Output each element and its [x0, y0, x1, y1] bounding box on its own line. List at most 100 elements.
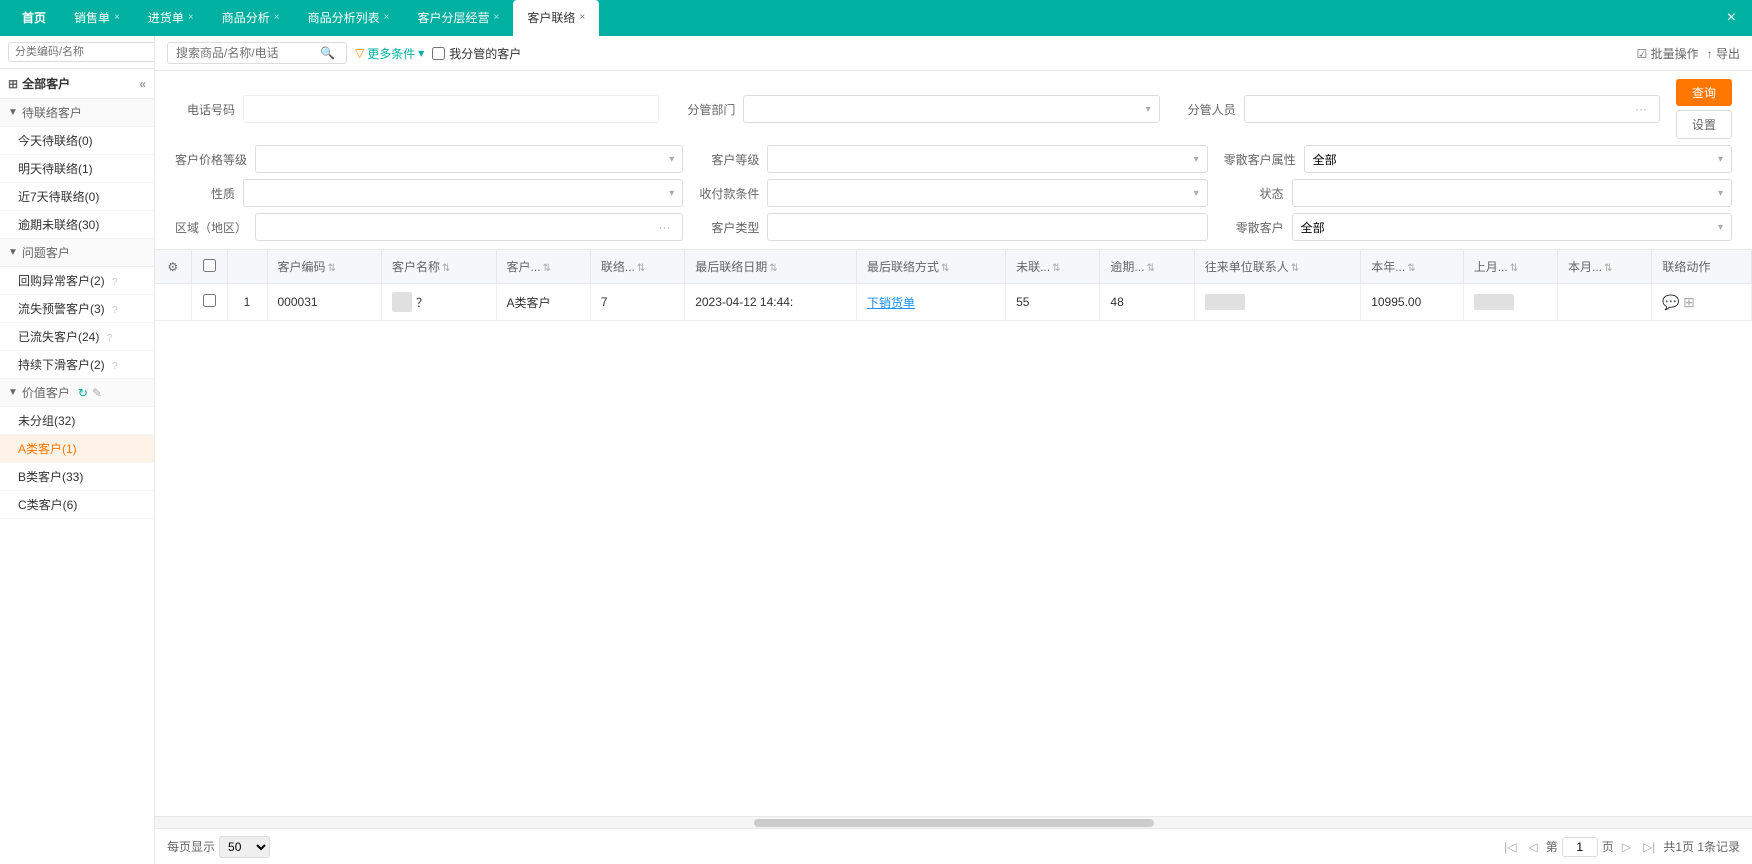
filter-status-select[interactable]: ▾	[1292, 179, 1732, 207]
filter-dept-select[interactable]: ▾	[743, 95, 1159, 123]
customer-avatar	[392, 292, 412, 312]
first-page-btn[interactable]: |◁	[1500, 838, 1520, 856]
nav-close-app[interactable]: ×	[1719, 9, 1744, 27]
filter-customer-type-input[interactable]	[767, 213, 1207, 241]
filter-price-level-label: 客户价格等级	[175, 151, 247, 168]
sidebar-item-a-class[interactable]: A类客户(1)	[0, 435, 154, 463]
batch-ops-btn[interactable]: ☑ 批量操作	[1637, 45, 1699, 62]
settings-btn[interactable]: 设置	[1676, 110, 1732, 139]
nav-tab-customer-tier[interactable]: 客户分层经营 ×	[403, 0, 513, 36]
sidebar-item-c-class[interactable]: C类客户(6)	[0, 491, 154, 519]
nav-tab-product-analysis[interactable]: 商品分析 ×	[208, 0, 294, 36]
select-all-checkbox[interactable]	[203, 259, 216, 272]
sidebar-section-value-title[interactable]: ▼ 价值客户 ↻ ✎	[0, 379, 154, 407]
export-btn[interactable]: ↑ 导出	[1707, 45, 1740, 62]
col-contact-person[interactable]: 往来单位联系人⇅	[1194, 250, 1360, 284]
close-customer-contact-tab[interactable]: ×	[579, 0, 585, 36]
close-sales-tab[interactable]: ×	[114, 0, 120, 36]
row-last-month	[1463, 284, 1557, 321]
contact-method-link[interactable]: 下销货单	[867, 296, 915, 310]
horizontal-scrollbar[interactable]	[754, 819, 1154, 827]
sidebar-item-lost[interactable]: 已流失客户(24) ?	[0, 323, 154, 351]
value-section-edit-icon[interactable]: ✎	[92, 386, 102, 400]
chat-icon[interactable]: 💬	[1662, 294, 1679, 310]
pending-section-label: 待联络客户	[22, 104, 82, 121]
person-select-dots[interactable]: ···	[1631, 102, 1651, 116]
filter-price-level-select[interactable]: ▾	[255, 145, 683, 173]
filter-scattered: 零散客户 全部 ▾	[1216, 213, 1740, 241]
filter-search-input[interactable]	[176, 46, 316, 60]
close-customer-tier-tab[interactable]: ×	[493, 0, 499, 36]
col-this-year[interactable]: 本年...⇅	[1361, 250, 1463, 284]
qr-icon[interactable]: ⊞	[1683, 294, 1695, 310]
close-purchase-tab[interactable]: ×	[188, 0, 194, 36]
nav-tab-sales[interactable]: 销售单 ×	[60, 0, 134, 36]
col-check[interactable]	[191, 250, 227, 284]
last-page-btn[interactable]: ▷|	[1639, 838, 1659, 856]
col-no-contact[interactable]: 未联...⇅	[1006, 250, 1100, 284]
col-contact-count[interactable]: 联络...⇅	[590, 250, 684, 284]
close-product-list-tab[interactable]: ×	[384, 0, 390, 36]
page-size-select[interactable]: 50 100 200	[219, 836, 270, 858]
sidebar-item-7days[interactable]: 近7天待联络(0)	[0, 183, 154, 211]
row-last-contact-date: 2023-04-12 14:44:	[685, 284, 857, 321]
sidebar-item-overdue[interactable]: 逾期未联络(30)	[0, 211, 154, 239]
nav-tab-customer-contact[interactable]: 客户联络 ×	[513, 0, 599, 36]
nav-tab-purchase[interactable]: 进货单 ×	[134, 0, 208, 36]
row-actions: 💬 ⊞	[1652, 284, 1752, 321]
col-overdue[interactable]: 逾期...⇅	[1100, 250, 1194, 284]
row-last-contact-method[interactable]: 下销货单	[856, 284, 1005, 321]
prev-page-btn[interactable]: ◁	[1524, 838, 1541, 856]
nav-tab-product-analysis-list[interactable]: 商品分析列表 ×	[294, 0, 404, 36]
close-product-analysis-tab[interactable]: ×	[274, 0, 280, 36]
page-input[interactable]	[1562, 837, 1598, 857]
filter-more-btn[interactable]: ▽ 更多条件 ▾	[355, 45, 424, 62]
row-checkbox[interactable]	[203, 294, 216, 307]
filter-scattered-attr-select[interactable]: 全部 ▾	[1304, 145, 1732, 173]
row-overdue: 48	[1100, 284, 1194, 321]
page-end-label: 页	[1602, 838, 1614, 855]
filter-customer-level-select[interactable]: ▾	[767, 145, 1207, 173]
col-code[interactable]: 客户编码⇅	[267, 250, 382, 284]
value-section-refresh-icon[interactable]: ↻	[78, 386, 88, 400]
col-last-contact-method[interactable]: 最后联络方式⇅	[856, 250, 1005, 284]
sidebar-search-input[interactable]	[8, 42, 155, 62]
sidebar-item-repurchase-abnormal[interactable]: 回购异常客户(2) ?	[0, 267, 154, 295]
next-page-btn[interactable]: ▷	[1618, 838, 1635, 856]
filter-region-select[interactable]: ···	[255, 213, 683, 241]
filter-payment-select[interactable]: ▾	[767, 179, 1207, 207]
filter-person-select[interactable]: ···	[1244, 95, 1660, 123]
filter-scattered-select[interactable]: 全部 ▾	[1292, 213, 1732, 241]
filter-search-icon[interactable]: 🔍	[320, 46, 335, 60]
scattered-arrow: ▾	[1718, 222, 1723, 233]
filter-my-customers[interactable]: 我分管的客户	[432, 45, 521, 62]
filter-phone-input[interactable]	[243, 95, 659, 123]
col-customer-type[interactable]: 客户...⇅	[496, 250, 590, 284]
sidebar-item-ungrouped[interactable]: 未分组(32)	[0, 407, 154, 435]
sidebar-section-problem-title[interactable]: ▼ 问题客户	[0, 239, 154, 267]
filter-nature-select[interactable]: ▾	[243, 179, 683, 207]
sidebar-header: ⊞ 全部客户 «	[0, 69, 154, 99]
row-check[interactable]	[191, 284, 227, 321]
col-last-month[interactable]: 上月...⇅	[1463, 250, 1557, 284]
sidebar-item-tomorrow[interactable]: 明天待联络(1)	[0, 155, 154, 183]
sidebar-item-loss-warning[interactable]: 流失预警客户(3) ?	[0, 295, 154, 323]
pagination-area: |◁ ◁ 第 页 ▷ ▷| 共1页 1条记录	[1500, 837, 1740, 857]
declining-help-icon: ?	[112, 361, 118, 372]
my-customers-checkbox[interactable]	[432, 47, 445, 60]
scattered-attr-arrow: ▾	[1718, 154, 1723, 165]
col-this-month[interactable]: 本月...⇅	[1558, 250, 1652, 284]
nav-home[interactable]: 首页	[8, 0, 60, 36]
sidebar-item-b-class[interactable]: B类客户(33)	[0, 463, 154, 491]
adv-filter-row-1: 电话号码 分管部门 ▾ 分管人员 ···	[167, 79, 1740, 139]
row-gear[interactable]	[155, 284, 191, 321]
region-select-dots[interactable]: ···	[654, 220, 674, 234]
sidebar-section-pending-title[interactable]: ▼ 待联络客户	[0, 99, 154, 127]
col-gear[interactable]: ⚙	[155, 250, 191, 284]
sidebar-collapse-icon[interactable]: «	[139, 77, 146, 91]
query-btn[interactable]: 查询	[1676, 79, 1732, 106]
sidebar-item-today[interactable]: 今天待联络(0)	[0, 127, 154, 155]
col-last-contact-date[interactable]: 最后联络日期⇅	[685, 250, 857, 284]
col-name[interactable]: 客户名称⇅	[382, 250, 497, 284]
sidebar-item-declining[interactable]: 持续下滑客户(2) ?	[0, 351, 154, 379]
